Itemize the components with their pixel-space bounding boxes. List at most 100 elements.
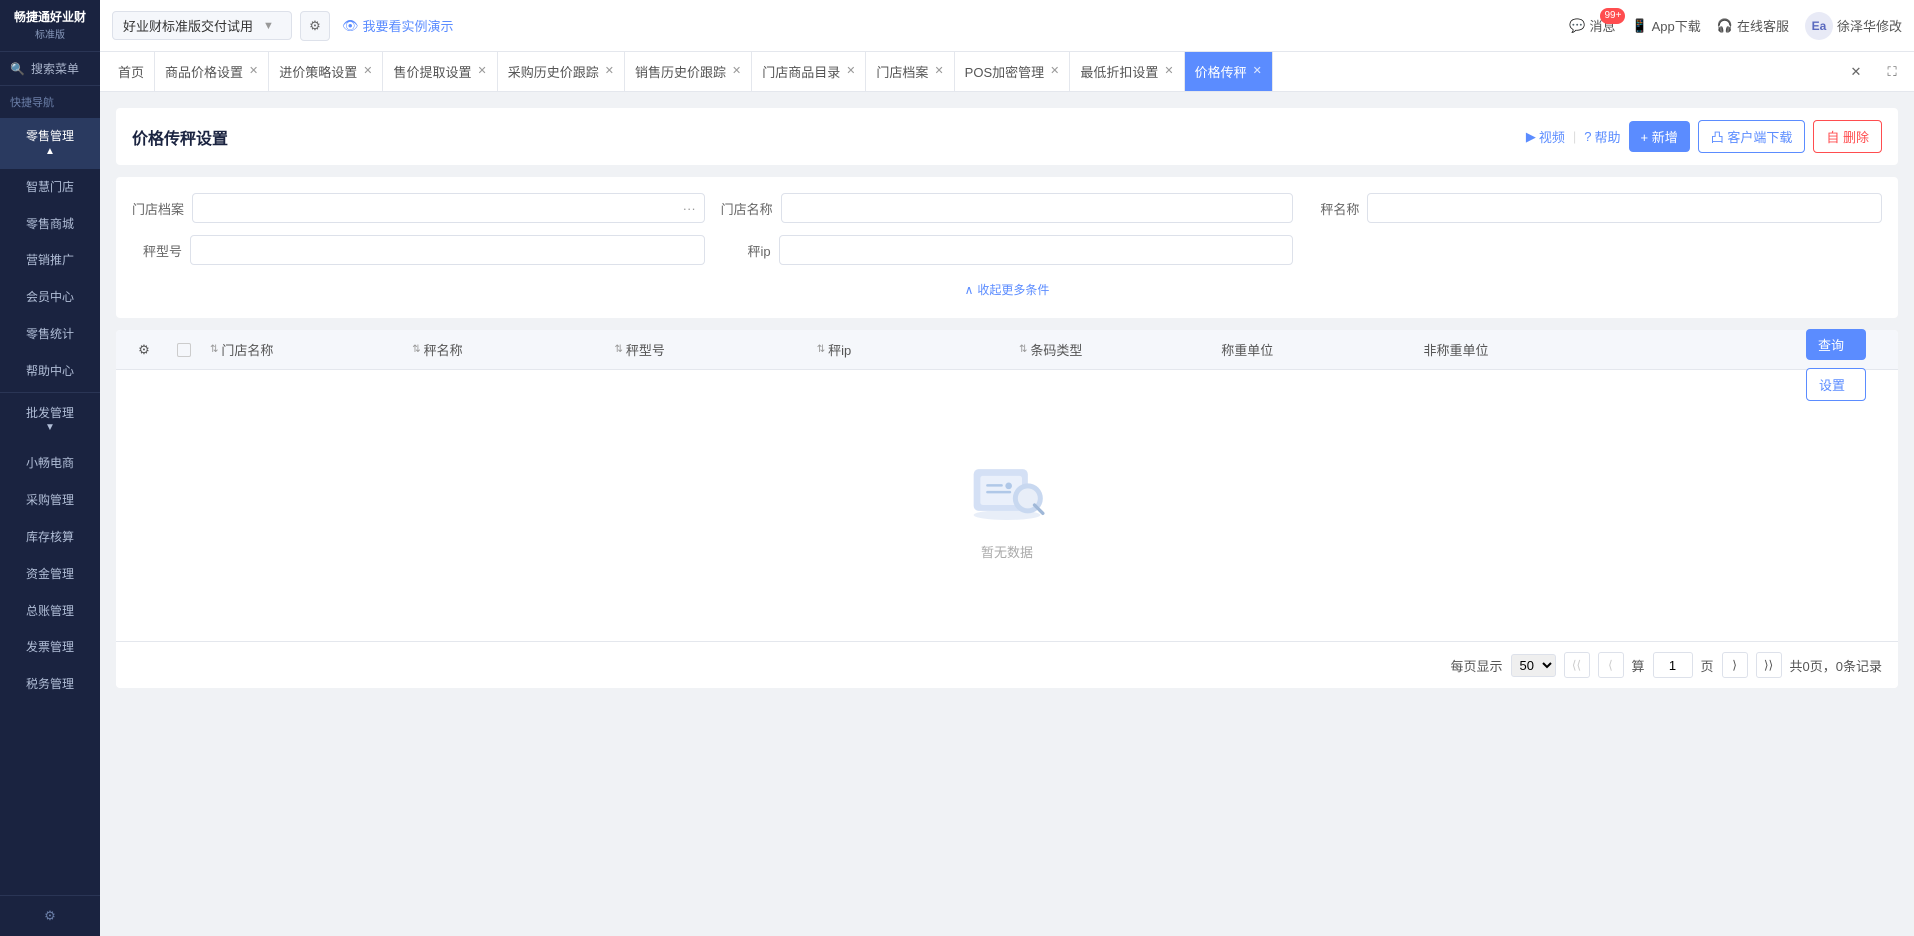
demo-link[interactable]: 👁 我要看实例演示 (342, 16, 454, 35)
sidebar-item-member-center[interactable]: 会员中心 (0, 279, 100, 316)
delete-button[interactable]: 自 删除 (1813, 120, 1882, 153)
help-link[interactable]: ? 帮助 (1584, 127, 1620, 146)
sidebar-item-purchase[interactable]: 采购管理 (0, 482, 100, 519)
app-download-btn[interactable]: 📱 App下载 (1631, 16, 1700, 35)
expand-icon: ▼ (45, 421, 55, 435)
sidebar-item-invoice[interactable]: 发票管理 (0, 629, 100, 666)
video-link[interactable]: ▶ 视频 (1526, 127, 1565, 146)
scale-name-label: 秤名称 (1309, 199, 1359, 218)
th-scale-model: ⇅ 秤型号 (609, 340, 811, 359)
sidebar-item-label: 资金管理 (26, 566, 74, 583)
th-settings[interactable]: ⚙ (124, 342, 164, 358)
page-input[interactable]: 1 (1653, 652, 1693, 678)
sidebar-item-tax[interactable]: 税务管理 (0, 666, 100, 703)
tab-label: 进价策略设置 (279, 62, 357, 81)
sort-icon[interactable]: ⇅ (412, 344, 420, 355)
sidebar-item-label: 批发管理 (26, 405, 74, 422)
scale-ip-input[interactable] (779, 235, 1294, 265)
sidebar-item-label: 小畅电商 (26, 455, 74, 472)
tab-close-icon[interactable]: ✕ (732, 66, 741, 77)
sidebar-item-capital[interactable]: 资金管理 (0, 556, 100, 593)
collapse-btn[interactable]: ∧ 收起更多条件 (965, 277, 1050, 302)
sidebar-item-inventory[interactable]: 库存核算 (0, 519, 100, 556)
sidebar-item-label: 帮助中心 (26, 363, 74, 380)
th-weight-unit: 称重单位 (1215, 340, 1417, 359)
sidebar-item-retail-stats[interactable]: 零售统计 (0, 316, 100, 353)
sidebar-item-help-center[interactable]: 帮助中心 (0, 353, 100, 390)
messages-btn[interactable]: 💬 消息 99+ (1569, 16, 1615, 35)
tab-close-icon[interactable]: ✕ (363, 66, 372, 77)
settings-filter-button[interactable]: 设置 (1806, 368, 1866, 401)
store-file-input-wrapper[interactable]: ··· (192, 193, 705, 223)
tab-store-catalog[interactable]: 门店商品目录 ✕ (752, 52, 866, 92)
tab-store-files[interactable]: 门店档案 ✕ (866, 52, 954, 92)
search-menu[interactable]: 🔍 搜索菜单 (0, 52, 100, 86)
empty-illustration (957, 450, 1057, 530)
sidebar-item-label: 零售商城 (26, 216, 74, 233)
online-service-btn[interactable]: 🎧 在线客服 (1717, 16, 1789, 35)
tab-price-scale[interactable]: 价格传秤 ✕ (1185, 52, 1273, 92)
tab-close-icon[interactable]: ✕ (1253, 66, 1262, 77)
sidebar-item-label: 发票管理 (26, 639, 74, 656)
tab-label: 最低折扣设置 (1080, 62, 1158, 81)
next-page-btn[interactable]: ⟩ (1722, 652, 1748, 678)
tab-home[interactable]: 首页 (108, 52, 155, 92)
tab-purchase-strategy[interactable]: 进价策略设置 ✕ (269, 52, 383, 92)
scale-model-input[interactable] (190, 235, 705, 265)
eye-icon: 👁 (342, 18, 359, 34)
sort-icon[interactable]: ⇅ (615, 344, 623, 355)
th-check[interactable] (164, 343, 204, 357)
download-icon: 📱 (1631, 18, 1647, 34)
add-button[interactable]: + 新增 (1629, 121, 1690, 152)
tab-min-discount[interactable]: 最低折扣设置 ✕ (1070, 52, 1184, 92)
tab-sale-history[interactable]: 销售历史价跟踪 ✕ (625, 52, 752, 92)
store-name-label: 门店名称 (721, 199, 773, 218)
sidebar-item-label: 采购管理 (26, 492, 74, 509)
sort-icon[interactable]: ⇅ (817, 344, 825, 355)
last-page-btn[interactable]: ⟩⟩ (1756, 652, 1782, 678)
first-page-btn[interactable]: ⟨⟨ (1564, 652, 1590, 678)
prev-page-btn[interactable]: ⟨ (1598, 652, 1624, 678)
query-button[interactable]: 查询 (1806, 329, 1866, 360)
workspace-settings-btn[interactable]: ⚙ (300, 11, 330, 41)
workspace-selector[interactable]: 好业财标准版交付试用 ▼ (112, 11, 292, 40)
select-all-checkbox[interactable] (177, 343, 191, 357)
table-header: ⚙ ⇅ 门店名称 ⇅ 秤名称 ⇅ 秤型号 ⇅ (116, 330, 1898, 370)
download-button[interactable]: 凸 客户端下载 (1698, 120, 1806, 153)
sidebar-item-smart-store[interactable]: 智慧门店 (0, 169, 100, 206)
sidebar-item-wholesale[interactable]: 批发管理 ▼ (0, 395, 100, 446)
ellipsis-icon[interactable]: ··· (683, 201, 696, 216)
tab-pos-security[interactable]: POS加密管理 ✕ (955, 52, 1071, 92)
store-file-input[interactable] (201, 201, 679, 216)
store-name-input[interactable] (781, 193, 1294, 223)
tab-purchase-history[interactable]: 采购历史价跟踪 ✕ (498, 52, 625, 92)
sidebar-item-retail-mgmt[interactable]: 零售管理 ▲ (0, 118, 100, 169)
headset-icon: 🎧 (1717, 18, 1733, 34)
scale-name-input[interactable] (1367, 193, 1882, 223)
per-page-label: 每页显示 (1450, 656, 1502, 675)
page-text: 算 (1632, 656, 1645, 675)
filter-row-2: 秤型号 秤ip (132, 235, 1882, 265)
tab-close-icon[interactable]: ✕ (478, 66, 487, 77)
tab-close-icon[interactable]: ✕ (1164, 66, 1173, 77)
store-file-field: 门店档案 ··· (132, 193, 705, 223)
sort-icon[interactable]: ⇅ (1019, 344, 1027, 355)
sidebar-item-marketing[interactable]: 营销推广 (0, 242, 100, 279)
close-tab-btn[interactable]: ✕ (1842, 58, 1870, 86)
sidebar-item-ledger[interactable]: 总账管理 (0, 593, 100, 630)
sort-icon[interactable]: ⇅ (210, 344, 218, 355)
tab-close-icon[interactable]: ✕ (846, 66, 855, 77)
filter-row-1: 门店档案 ··· 门店名称 秤名称 (132, 193, 1882, 223)
tab-price-setting[interactable]: 商品价格设置 ✕ (155, 52, 269, 92)
tab-close-icon[interactable]: ✕ (934, 66, 943, 77)
tab-close-icon[interactable]: ✕ (249, 66, 258, 77)
user-menu[interactable]: Ea 徐泽华修改 (1805, 12, 1902, 40)
tab-close-icon[interactable]: ✕ (605, 66, 614, 77)
maximize-tab-btn[interactable]: ⛶ (1878, 58, 1906, 86)
sidebar-item-xiaochang[interactable]: 小畅电商 (0, 445, 100, 482)
per-page-select[interactable]: 50 (1511, 654, 1556, 677)
sidebar-item-retail-mall[interactable]: 零售商城 (0, 206, 100, 243)
tab-close-icon[interactable]: ✕ (1050, 66, 1059, 77)
tab-sale-extract[interactable]: 售价提取设置 ✕ (383, 52, 497, 92)
sidebar-settings-btn[interactable]: ⚙ (0, 895, 100, 936)
